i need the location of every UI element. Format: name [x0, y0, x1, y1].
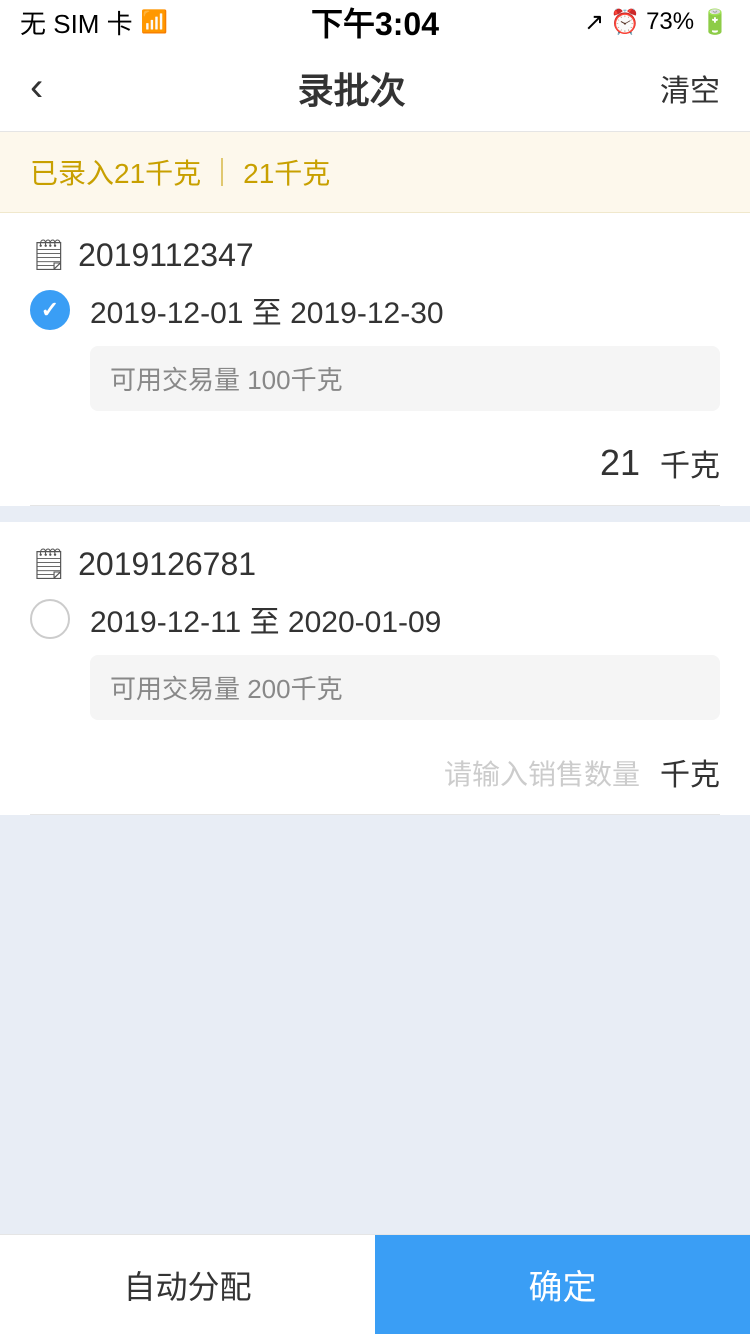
status-right: ↗ ⏰ 73% 🔋 [584, 8, 730, 37]
batch-number-2: 2019126781 [78, 546, 256, 583]
page-title: 录批次 [298, 62, 406, 114]
confirm-button[interactable]: 确定 [375, 1235, 750, 1334]
batch-input-row-2: 千克 [0, 740, 750, 814]
batch-date-1: 2019-12-01 至 2019-12-30 [90, 288, 444, 332]
status-time: 下午3:04 [311, 0, 439, 45]
clear-button[interactable]: 清空 [660, 66, 720, 110]
carrier-label: 无 SIM 卡 [20, 4, 133, 41]
qty-input-1[interactable] [440, 442, 640, 484]
summary-divider [221, 158, 223, 186]
battery-icon: 🔋 [700, 8, 730, 37]
batch-icon-2: 🗒 [30, 547, 68, 582]
batch-icon-1: 🗒 [30, 238, 68, 273]
battery-label: 73% [646, 8, 694, 36]
nav-bar: ‹ 录批次 清空 [0, 44, 750, 132]
summary-value: 21千克 [243, 152, 330, 192]
location-icon: ↗ [584, 8, 604, 37]
radio-button-1[interactable] [30, 290, 70, 330]
section-divider [0, 506, 750, 522]
available-qty-2: 可用交易量 200千克 [90, 655, 720, 720]
entered-label: 已录入21千克 [30, 152, 201, 192]
available-qty-1: 可用交易量 100千克 [90, 346, 720, 411]
batch-input-row-1: 千克 [0, 431, 750, 505]
status-left: 无 SIM 卡 📶 [20, 4, 168, 41]
batch-card-1: 🗒 2019112347 2019-12-01 至 2019-12-30 可用交… [0, 213, 750, 506]
qty-unit-1: 千克 [660, 441, 720, 485]
radio-button-2[interactable] [30, 599, 70, 639]
batch-number-row-2: 🗒 2019126781 [30, 546, 720, 583]
qty-input-2[interactable] [440, 751, 640, 793]
bottom-bar: 自动分配 确定 [0, 1234, 750, 1334]
batch-card-2: 🗒 2019126781 2019-12-11 至 2020-01-09 可用交… [0, 522, 750, 815]
auto-distribute-button[interactable]: 自动分配 [0, 1235, 375, 1334]
batch-date-row-2[interactable]: 2019-12-11 至 2020-01-09 [30, 597, 720, 641]
back-button[interactable]: ‹ [30, 65, 43, 110]
batch-date-2: 2019-12-11 至 2020-01-09 [90, 597, 441, 641]
qty-unit-2: 千克 [660, 750, 720, 794]
alarm-icon: ⏰ [610, 8, 640, 37]
summary-banner: 已录入21千克 21千克 [0, 132, 750, 213]
batch-date-row-1[interactable]: 2019-12-01 至 2019-12-30 [30, 288, 720, 332]
batch-number-1: 2019112347 [78, 237, 254, 274]
status-bar: 无 SIM 卡 📶 下午3:04 ↗ ⏰ 73% 🔋 [0, 0, 750, 44]
batch-number-row-1: 🗒 2019112347 [30, 237, 720, 274]
wifi-icon: 📶 [141, 9, 168, 35]
